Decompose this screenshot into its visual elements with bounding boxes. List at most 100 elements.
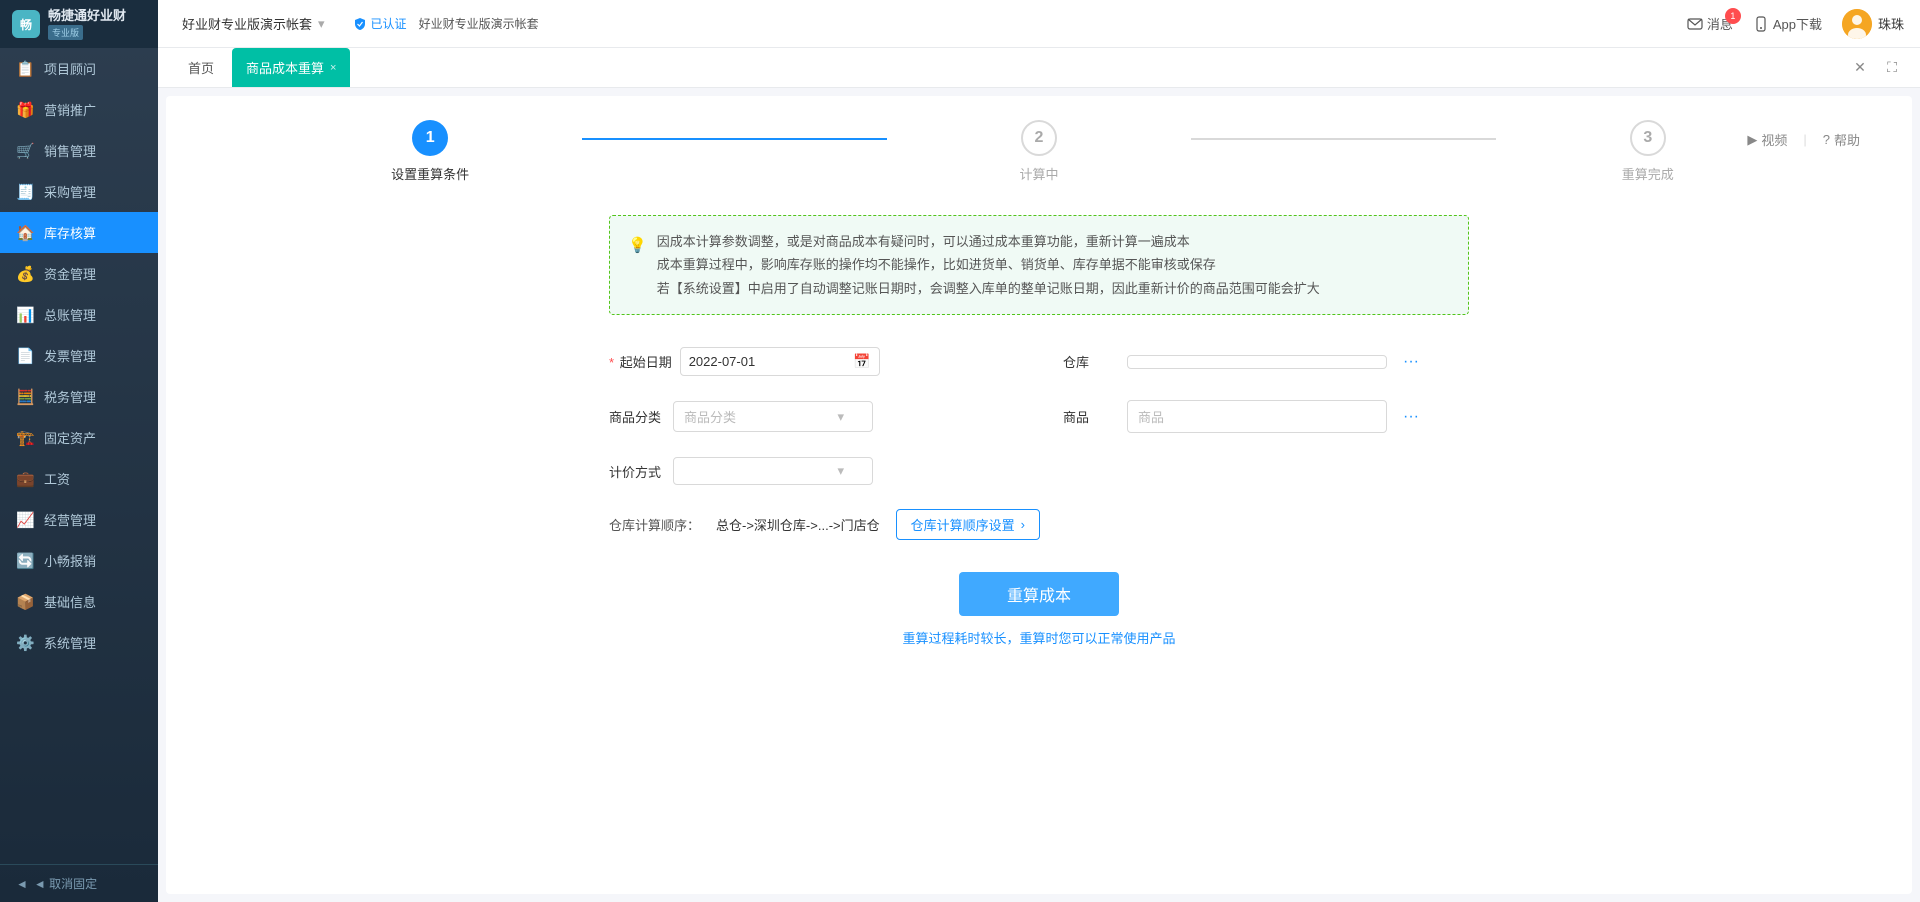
invoice-icon: 📄 — [16, 347, 34, 365]
sidebar-item-marketing[interactable]: 🎁 营销推广 — [0, 89, 158, 130]
help-icon: ? — [1823, 132, 1830, 147]
help-label: 帮助 — [1834, 130, 1860, 149]
chevron-right-icon: › — [1021, 517, 1025, 532]
app-logo: 畅 — [12, 10, 40, 38]
price-method-field: 计价方式 ▾ — [609, 457, 1015, 485]
basic-icon: 📦 — [16, 593, 34, 611]
goods-input[interactable]: 商品 — [1127, 400, 1387, 433]
sidebar-item-tax[interactable]: 🧮 税务管理 — [0, 376, 158, 417]
sidebar-item-expense[interactable]: 🔄 小畅报销 — [0, 540, 158, 581]
submit-area: 重算成本 重算过程耗时较长，重算时您可以正常使用产品 — [609, 572, 1469, 647]
sidebar-item-label: 资金管理 — [44, 264, 96, 283]
warehouse-seq-value: 总仓->深圳仓库->...->门店仓 — [716, 515, 880, 534]
warehouse-seq-label: 仓库计算顺序： — [609, 515, 700, 534]
goods-dots-button[interactable]: ··· — [1403, 408, 1419, 426]
step-1: 1 设置重算条件 — [278, 120, 582, 183]
category-field: 商品分类 商品分类 ▾ — [609, 401, 1015, 432]
cancel-pin-icon: ◄ — [16, 877, 28, 891]
help-link[interactable]: ? 帮助 — [1823, 130, 1860, 149]
warehouse-seq-row: 仓库计算顺序： 总仓->深圳仓库->...->门店仓 仓库计算顺序设置 › — [609, 509, 1469, 540]
app-name: 畅捷通好业财 — [48, 8, 126, 24]
account-selector[interactable]: 好业财专业版演示帐套 ▾ — [174, 10, 333, 37]
account-name: 好业财专业版演示帐套 — [182, 14, 312, 33]
warehouse-input[interactable] — [1127, 355, 1387, 369]
info-line-3: 若【系统设置】中启用了自动调整记账日期时，会调整入库单的整单记账日期，因此重新计… — [657, 277, 1320, 300]
salary-icon: 💼 — [16, 470, 34, 488]
tab-controls: ✕ ⛶ — [1848, 56, 1904, 80]
price-method-label: 计价方式 — [609, 462, 665, 481]
step-2-label: 计算中 — [1019, 164, 1058, 183]
maximize-button[interactable]: ⛶ — [1880, 56, 1904, 80]
sales-icon: 🛒 — [16, 142, 34, 160]
step-2: 2 计算中 — [887, 120, 1191, 183]
sidebar-item-sales[interactable]: 🛒 销售管理 — [0, 130, 158, 171]
sidebar-item-accounting[interactable]: 📊 总账管理 — [0, 294, 158, 335]
sidebar-item-salary[interactable]: 💼 工资 — [0, 458, 158, 499]
system-icon: ⚙️ — [16, 634, 34, 652]
form-area: * 起始日期 📅 仓库 ··· 商品分类 — [609, 347, 1469, 647]
seq-settings-button[interactable]: 仓库计算顺序设置 › — [896, 509, 1040, 540]
info-box: 💡 因成本计算参数调整，或是对商品成本有疑问时，可以通过成本重算功能，重新计算一… — [609, 215, 1469, 315]
form-row-1: * 起始日期 📅 仓库 ··· — [609, 347, 1469, 376]
sidebar-item-finance[interactable]: 💰 资金管理 — [0, 253, 158, 294]
message-button[interactable]: 消息 1 — [1687, 14, 1733, 33]
goods-label: 商品 — [1063, 407, 1119, 426]
sidebar-item-label: 工资 — [44, 469, 70, 488]
required-star: * — [609, 355, 614, 370]
verified-text: 已认证 — [371, 15, 407, 32]
category-select[interactable]: 商品分类 ▾ — [673, 401, 873, 432]
sidebar-item-operation[interactable]: 📈 经营管理 — [0, 499, 158, 540]
app-download-button[interactable]: App下载 — [1753, 14, 1822, 33]
cancel-pin-button[interactable]: ◄ ◄ 取消固定 — [0, 864, 158, 902]
close-window-button[interactable]: ✕ — [1848, 56, 1872, 80]
sidebar-item-label: 固定资产 — [44, 428, 96, 447]
sidebar-item-project[interactable]: 📋 项目顾问 — [0, 48, 158, 89]
sidebar-item-label: 系统管理 — [44, 633, 96, 652]
finance-icon: 💰 — [16, 265, 34, 283]
video-link[interactable]: ▶ 视频 — [1747, 130, 1787, 149]
recalc-button[interactable]: 重算成本 — [959, 572, 1119, 616]
date-input-field[interactable] — [689, 354, 854, 369]
tabbar: 首页 商品成本重算 × ✕ ⛶ — [158, 48, 1920, 88]
sidebar-item-assets[interactable]: 🏗️ 固定资产 — [0, 417, 158, 458]
accounting-icon: 📊 — [16, 306, 34, 324]
info-line-2: 成本重算过程中，影响库存账的操作均不能操作，比如进货单、销货单、库存单据不能审核… — [657, 253, 1320, 276]
chevron-down-icon: ▾ — [837, 409, 844, 425]
sidebar-nav: 📋 项目顾问 🎁 营销推广 🛒 销售管理 🧾 采购管理 🏠 库存核算 💰 资金管… — [0, 48, 158, 864]
verified-account-text: 好业财专业版演示帐套 — [419, 15, 539, 32]
sidebar-item-invoice[interactable]: 📄 发票管理 — [0, 335, 158, 376]
tab-home[interactable]: 首页 — [174, 48, 228, 87]
sidebar-item-inventory[interactable]: 🏠 库存核算 — [0, 212, 158, 253]
message-icon — [1687, 16, 1703, 32]
category-label: 商品分类 — [609, 407, 665, 426]
operation-icon: 📈 — [16, 511, 34, 529]
start-date-input[interactable]: 📅 — [680, 347, 880, 376]
main-area: 好业财专业版演示帐套 ▾ 已认证 好业财专业版演示帐套 消息 1 — [158, 0, 1920, 902]
sidebar-item-basic[interactable]: 📦 基础信息 — [0, 581, 158, 622]
user-area[interactable]: 珠珠 — [1842, 9, 1904, 39]
sidebar-item-label: 采购管理 — [44, 182, 96, 201]
calendar-icon[interactable]: 📅 — [853, 353, 870, 370]
sidebar-item-system[interactable]: ⚙️ 系统管理 — [0, 622, 158, 663]
seq-btn-label: 仓库计算顺序设置 — [911, 515, 1015, 534]
verified-badge: 已认证 — [353, 15, 407, 32]
message-badge: 1 — [1725, 8, 1741, 24]
step-line-1 — [582, 138, 886, 140]
step-1-circle: 1 — [412, 120, 448, 156]
page-content: 1 设置重算条件 2 计算中 3 重算完成 ▶ 视频 | ? — [166, 96, 1912, 894]
tab-home-label: 首页 — [188, 58, 214, 77]
sidebar-item-label: 项目顾问 — [44, 59, 96, 78]
tab-cost-recalc[interactable]: 商品成本重算 × — [232, 48, 350, 87]
tab-close-icon[interactable]: × — [330, 62, 336, 74]
sidebar-item-label: 基础信息 — [44, 592, 96, 611]
tax-icon: 🧮 — [16, 388, 34, 406]
price-method-select[interactable]: ▾ — [673, 457, 873, 485]
warehouse-dots-button[interactable]: ··· — [1403, 353, 1419, 371]
sidebar-item-label: 经营管理 — [44, 510, 96, 529]
warning-icon: 💡 — [628, 232, 647, 300]
sidebar-item-label: 总账管理 — [44, 305, 96, 324]
sidebar-item-purchase[interactable]: 🧾 采购管理 — [0, 171, 158, 212]
goods-field: 商品 商品 ··· — [1063, 400, 1469, 433]
topbar-right: 消息 1 App下载 珠珠 — [1687, 9, 1904, 39]
step-3-label: 重算完成 — [1622, 164, 1674, 183]
